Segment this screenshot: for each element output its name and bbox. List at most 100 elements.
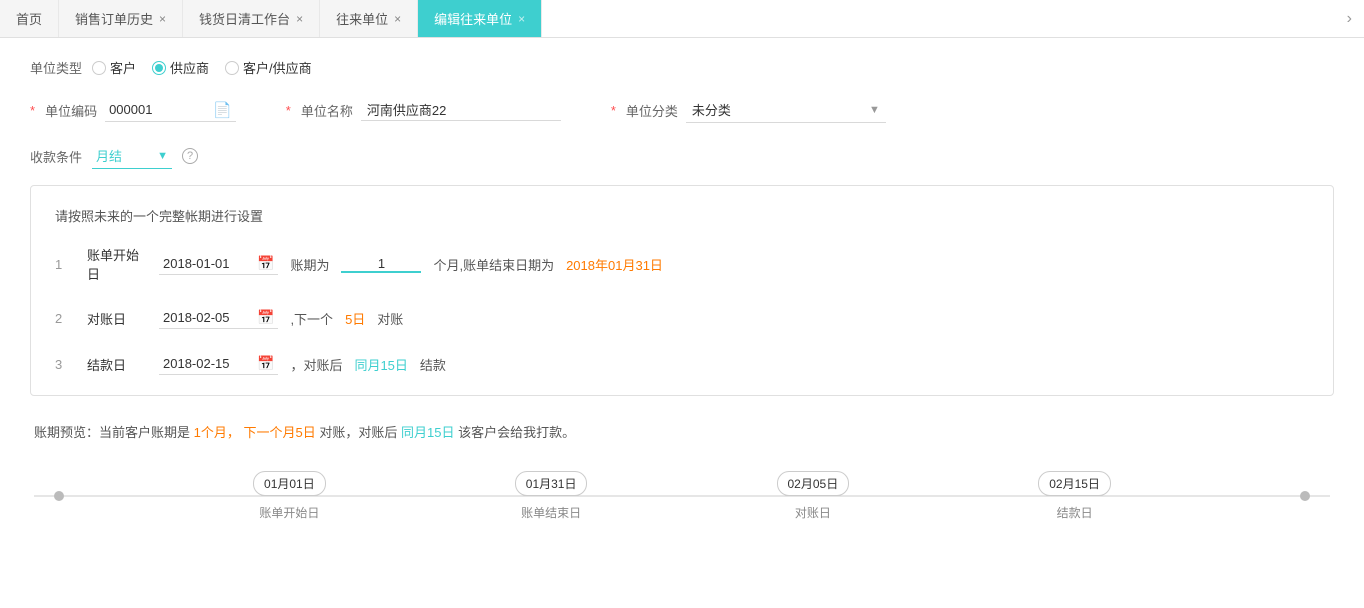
radio-both[interactable]: 客户/供应商 bbox=[225, 58, 312, 77]
timeline-pill-2: 02月05日 bbox=[777, 471, 850, 496]
timeline-label-3: 结款日 bbox=[1057, 504, 1093, 521]
tab-expand-button[interactable]: › bbox=[1335, 0, 1364, 37]
row-2-date-wrapper: 📅 bbox=[159, 307, 278, 329]
preview-prefix: 账期预览：当前客户账期是 bbox=[34, 425, 190, 440]
unit-classify-dropdown[interactable]: 未分类 ▼ bbox=[686, 97, 886, 123]
preview-section: 账期预览：当前客户账期是 1个月， 下一个月5日 对账，对账后 同月15日 该客… bbox=[30, 412, 1334, 541]
row-2-calendar-icon[interactable]: 📅 bbox=[257, 309, 274, 326]
unit-type-row: 单位类型 客户 供应商 客户/供应商 bbox=[30, 58, 1334, 77]
radio-supplier-label: 供应商 bbox=[170, 58, 209, 77]
preview-text: 账期预览：当前客户账期是 1个月， 下一个月5日 对账，对账后 同月15日 该客… bbox=[34, 422, 1330, 441]
unit-code-required: * bbox=[30, 103, 35, 118]
unit-classify-arrow-icon: ▼ bbox=[869, 104, 880, 116]
timeline-node-0: 01月01日 账单开始日 bbox=[253, 471, 326, 521]
tab-sales-history[interactable]: 销售订单历史 × bbox=[59, 0, 183, 37]
timeline-node-2: 02月05日 对账日 bbox=[777, 471, 850, 521]
payment-value: 月结 bbox=[96, 146, 157, 165]
row-2-highlight1: 5日 bbox=[345, 309, 365, 328]
radio-customer-circle bbox=[92, 61, 106, 75]
unit-type-label: 单位类型 bbox=[30, 58, 82, 77]
timeline-label-1: 账单结束日 bbox=[521, 504, 581, 521]
unit-classify-value: 未分类 bbox=[692, 100, 869, 119]
timeline: 01月01日 账单开始日 01月31日 账单结束日 02月05日 对账日 02月… bbox=[34, 461, 1330, 531]
tab-edit-unit-close[interactable]: × bbox=[518, 12, 525, 26]
timeline-label-2: 对账日 bbox=[795, 504, 831, 521]
row-1-calendar-icon[interactable]: 📅 bbox=[257, 255, 274, 272]
unit-name-label: 单位名称 bbox=[301, 101, 353, 120]
unit-info-row: * 单位编码 000001 📄 * 单位名称 河南供应商22 * 单位分类 未分… bbox=[30, 97, 1334, 123]
row-1-date-wrapper: 📅 bbox=[159, 253, 278, 275]
row-1-label: 账单开始日 bbox=[87, 245, 147, 283]
row-2-num: 2 bbox=[55, 311, 75, 326]
tab-edit-unit[interactable]: 编辑往来单位 × bbox=[418, 0, 542, 37]
unit-classify-required: * bbox=[611, 103, 616, 118]
radio-customer[interactable]: 客户 bbox=[92, 58, 136, 77]
unit-code-input-wrapper: 000001 📄 bbox=[105, 99, 236, 122]
payment-dropdown[interactable]: 月结 ▼ bbox=[92, 143, 172, 169]
preview-suffix: 该客户会给我打款。 bbox=[458, 425, 575, 440]
main-content: 单位类型 客户 供应商 客户/供应商 * 单位编码 000001 📄 bbox=[0, 38, 1364, 608]
payment-row: 收款条件 月结 ▼ ? bbox=[30, 143, 1334, 169]
tab-sales-history-close[interactable]: × bbox=[159, 12, 166, 26]
preview-part1: 1个月， bbox=[194, 425, 240, 440]
help-icon[interactable]: ? bbox=[182, 148, 198, 164]
unit-code-group: * 单位编码 000001 📄 bbox=[30, 99, 236, 122]
unit-classify-group: * 单位分类 未分类 ▼ bbox=[611, 97, 886, 123]
radio-supplier-circle bbox=[152, 61, 166, 75]
settings-row-1: 1 账单开始日 📅 账期为 个月,账单结束日期为 2018年01月31日 bbox=[55, 245, 1309, 283]
timeline-end-dot bbox=[1300, 491, 1310, 501]
row-2-suffix-pre: ,下一个 bbox=[290, 309, 333, 328]
radio-supplier[interactable]: 供应商 bbox=[152, 58, 209, 77]
tab-edit-unit-label: 编辑往来单位 bbox=[434, 9, 512, 28]
period-input[interactable] bbox=[341, 256, 421, 273]
row-3-date-input[interactable] bbox=[163, 356, 253, 371]
row-2-date-input[interactable] bbox=[163, 310, 253, 325]
timeline-node-1: 01月31日 账单结束日 bbox=[515, 471, 588, 521]
settings-row-2: 2 对账日 📅 ,下一个 5日 对账 bbox=[55, 307, 1309, 329]
row-3-highlight: 同月15日 bbox=[354, 355, 407, 374]
unit-code-input[interactable]: 000001 bbox=[109, 102, 209, 117]
tab-unit-list-label: 往来单位 bbox=[336, 9, 388, 28]
row-2-label: 对账日 bbox=[87, 309, 147, 328]
unit-name-input[interactable]: 河南供应商22 bbox=[361, 99, 561, 121]
settings-box: 请按照未来的一个完整帐期进行设置 1 账单开始日 📅 账期为 个月,账单结束日期… bbox=[30, 185, 1334, 396]
settings-title: 请按照未来的一个完整帐期进行设置 bbox=[55, 206, 1309, 225]
row-3-label: 结款日 bbox=[87, 355, 147, 374]
payment-label: 收款条件 bbox=[30, 147, 82, 166]
timeline-node-3: 02月15日 结款日 bbox=[1038, 471, 1111, 521]
unit-classify-label: 单位分类 bbox=[626, 101, 678, 120]
row-1-suffix-post: 个月,账单结束日期为 bbox=[433, 255, 554, 274]
radio-customer-label: 客户 bbox=[110, 58, 136, 77]
payment-dropdown-arrow-icon: ▼ bbox=[157, 150, 168, 162]
timeline-pill-3: 02月15日 bbox=[1038, 471, 1111, 496]
tab-cash-work[interactable]: 钱货日清工作台 × bbox=[183, 0, 320, 37]
unit-code-label: 单位编码 bbox=[45, 101, 97, 120]
tab-unit-list[interactable]: 往来单位 × bbox=[320, 0, 418, 37]
preview-part3: 同月15日 bbox=[401, 425, 454, 440]
row-2-suffix-post: 对账 bbox=[377, 309, 403, 328]
row-3-calendar-icon[interactable]: 📅 bbox=[257, 355, 274, 372]
unit-type-radio-group: 客户 供应商 客户/供应商 bbox=[92, 58, 312, 77]
timeline-nodes: 01月01日 账单开始日 01月31日 账单结束日 02月05日 对账日 02月… bbox=[54, 471, 1310, 521]
row-3-suffix-pre: ，对账后 bbox=[290, 355, 342, 374]
row-1-highlight: 2018年01月31日 bbox=[566, 255, 663, 274]
row-3-suffix-post: 结款 bbox=[420, 355, 446, 374]
radio-both-label: 客户/供应商 bbox=[243, 58, 312, 77]
tab-cash-work-close[interactable]: × bbox=[296, 12, 303, 26]
radio-both-circle bbox=[225, 61, 239, 75]
row-1-date-input[interactable] bbox=[163, 256, 253, 271]
tab-bar: 首页 销售订单历史 × 钱货日清工作台 × 往来单位 × 编辑往来单位 × › bbox=[0, 0, 1364, 38]
unit-code-icon: 📄 bbox=[213, 101, 232, 119]
timeline-label-0: 账单开始日 bbox=[259, 504, 319, 521]
row-1-num: 1 bbox=[55, 257, 75, 272]
preview-part2: 下一个月5日 bbox=[244, 425, 316, 440]
tab-cash-work-label: 钱货日清工作台 bbox=[199, 9, 290, 28]
timeline-pill-0: 01月01日 bbox=[253, 471, 326, 496]
tab-home[interactable]: 首页 bbox=[0, 0, 59, 37]
tab-unit-list-close[interactable]: × bbox=[394, 12, 401, 26]
unit-name-group: * 单位名称 河南供应商22 bbox=[286, 99, 561, 121]
unit-name-required: * bbox=[286, 103, 291, 118]
row-3-date-wrapper: 📅 bbox=[159, 353, 278, 375]
timeline-pill-1: 01月31日 bbox=[515, 471, 588, 496]
preview-middle: 对账，对账后 bbox=[319, 425, 397, 440]
